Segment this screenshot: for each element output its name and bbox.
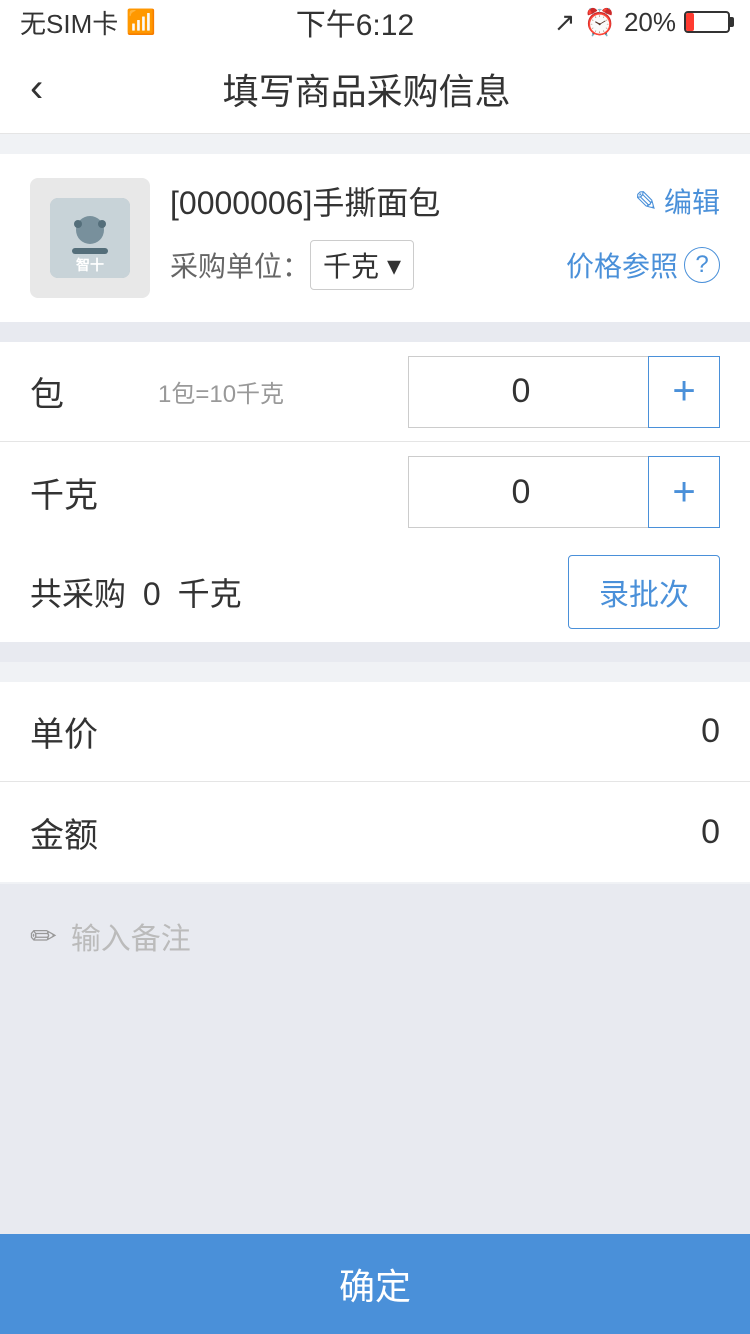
battery-icon [684, 11, 730, 33]
battery-fill [686, 13, 694, 31]
status-right: ↗ ⏰ 20% [554, 7, 730, 38]
product-image: 智十 [30, 178, 150, 298]
kg-label: 千克 [30, 468, 150, 517]
total-text: 共采购 0 千克 [30, 569, 242, 615]
edit-label: 编辑 [664, 181, 720, 221]
unit-dropdown[interactable]: 千克 ▾ [310, 240, 414, 290]
total-row: 共采购 0 千克 录批次 [0, 542, 750, 642]
kg-input-row: 千克 + [0, 442, 750, 542]
kg-plus-button[interactable]: + [648, 456, 720, 528]
amount-label: 金额 [30, 808, 98, 857]
batch-button[interactable]: 录批次 [568, 555, 720, 629]
total-amount: 0 [143, 576, 161, 612]
page-title: 填写商品采购信息 [63, 63, 670, 115]
unit-value: 千克 [323, 245, 379, 285]
bag-plus-button[interactable]: + [648, 356, 720, 428]
unit-row: 采购单位： 千克 ▾ 价格参照 ? [170, 240, 720, 290]
input-section: 包 1包=10千克 + 千克 + [0, 342, 750, 542]
status-time: 下午6:12 [296, 0, 414, 44]
product-name-row: [0000006]手撕面包 ✎ 编辑 [170, 178, 720, 224]
kg-input-control: + [408, 456, 720, 528]
section-divider-1 [0, 322, 750, 342]
remark-section[interactable]: ✏ 输入备注 [0, 884, 750, 988]
nav-bar: ‹ 填写商品采购信息 [0, 44, 750, 134]
back-button[interactable]: ‹ [30, 66, 63, 111]
battery-percent: 20% [624, 7, 676, 38]
status-bar: 无SIM卡 📶 下午6:12 ↗ ⏰ 20% [0, 0, 750, 44]
product-logo: 智十 [50, 198, 130, 278]
dropdown-arrow-icon: ▾ [387, 249, 401, 282]
product-card: 智十 [0000006]手撕面包 ✎ 编辑 采购单位： 千克 ▾ 价格参照 [0, 154, 750, 322]
bag-quantity-input[interactable] [408, 356, 648, 428]
edit-button[interactable]: ✎ 编辑 [635, 181, 720, 221]
kg-quantity-input[interactable] [408, 456, 648, 528]
wifi-icon: 📶 [126, 8, 156, 37]
price-reference-button[interactable]: 价格参照 ? [566, 245, 720, 285]
remark-placeholder: 输入备注 [71, 914, 191, 958]
bag-input-row: 包 1包=10千克 + [0, 342, 750, 442]
brand-logo-svg: 智十 [50, 198, 130, 278]
product-name: [0000006]手撕面包 [170, 178, 440, 224]
unit-price-label: 单价 [30, 707, 98, 756]
confirm-bar[interactable]: 确定 [0, 1234, 750, 1334]
confirm-button[interactable]: 确定 [339, 1258, 411, 1310]
amount-row: 金额 0 [0, 782, 750, 882]
price-section: 单价 0 金额 0 [0, 682, 750, 882]
bag-label: 包 [30, 367, 150, 416]
bag-input-control: + [408, 356, 720, 428]
unit-label: 采购单位： [170, 245, 310, 285]
unit-price-value: 0 [701, 712, 720, 751]
amount-value: 0 [701, 813, 720, 852]
total-prefix: 共采购 [30, 576, 126, 612]
price-ref-label: 价格参照 [566, 245, 678, 285]
svg-text:智十: 智十 [75, 257, 104, 273]
pencil-icon: ✏ [30, 917, 57, 955]
bag-hint: 1包=10千克 [158, 374, 408, 409]
product-info: [0000006]手撕面包 ✎ 编辑 采购单位： 千克 ▾ 价格参照 ? [170, 178, 720, 290]
price-ref-help-icon: ? [684, 247, 720, 283]
carrier-label: 无SIM卡 [20, 4, 118, 41]
edit-icon: ✎ [635, 185, 658, 218]
status-left: 无SIM卡 📶 [20, 4, 156, 41]
location-icon: ↗ [554, 7, 576, 38]
unit-price-row: 单价 0 [0, 682, 750, 782]
unit-selector: 采购单位： 千克 ▾ [170, 240, 414, 290]
section-divider-2 [0, 642, 750, 662]
product-id: [0000006] [170, 185, 312, 221]
alarm-icon: ⏰ [584, 7, 616, 38]
product-title: 手撕面包 [312, 185, 440, 221]
total-unit: 千克 [178, 576, 242, 612]
